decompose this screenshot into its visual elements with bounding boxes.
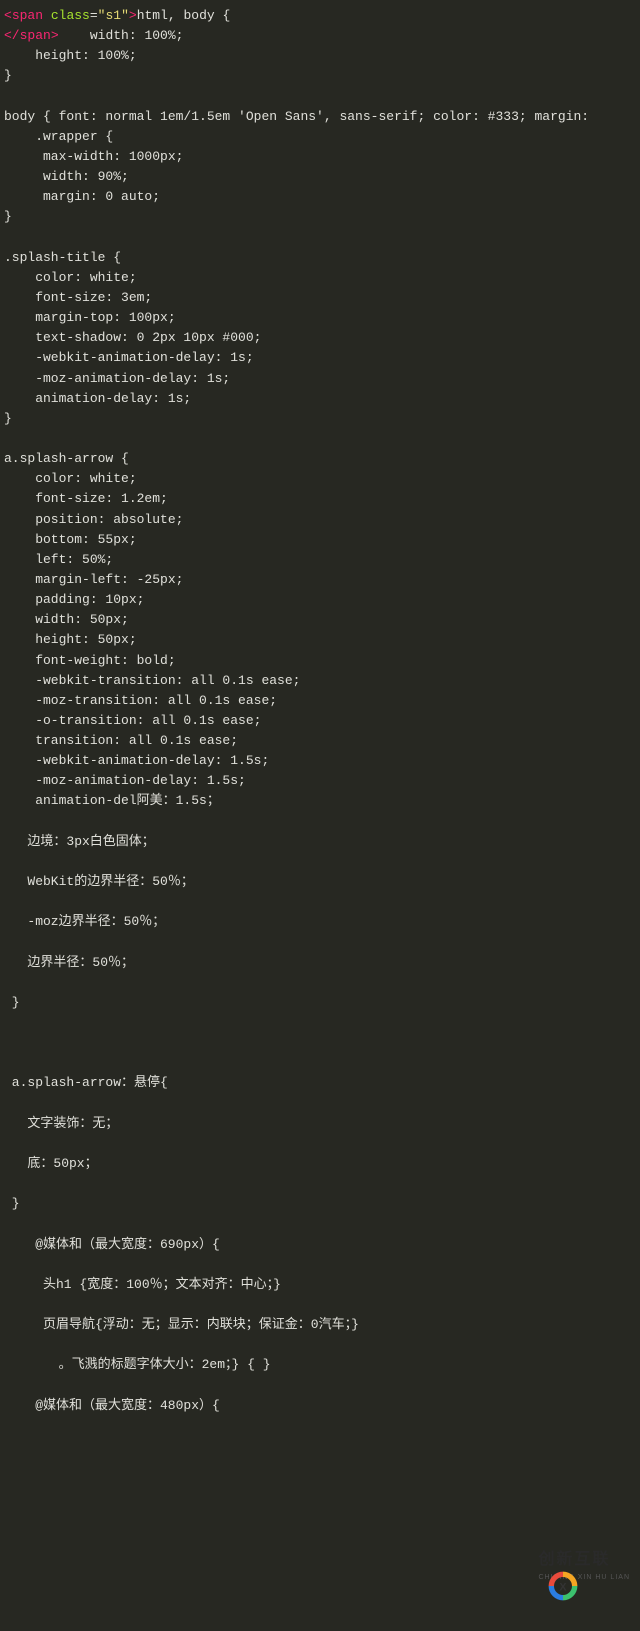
code-line: bottom: 55px; xyxy=(4,532,137,547)
logo-icon: X xyxy=(498,1548,534,1584)
code-line: WebKit的边界半径：50％； xyxy=(4,874,194,889)
code-line: font-size: 3em; xyxy=(4,290,152,305)
code-line: 底：50px； xyxy=(4,1156,98,1171)
code-line: margin-top: 100px; xyxy=(4,310,176,325)
tag-open-bracket: </ xyxy=(4,28,20,43)
code-line: padding: 10px; xyxy=(4,592,144,607)
code-line: animation-del阿美：1.5s； xyxy=(4,793,220,808)
code-line: margin-left: -25px; xyxy=(4,572,183,587)
code-line: } xyxy=(4,995,20,1010)
code-line: font-weight: bold; xyxy=(4,653,176,668)
code-line: body { font: normal 1em/1.5em 'Open Sans… xyxy=(4,109,589,124)
code-line: -o-transition: all 0.1s ease; xyxy=(4,713,261,728)
tag-name: span xyxy=(12,8,43,23)
code-line: -webkit-animation-delay: 1.5s; xyxy=(4,753,269,768)
code-line: color: white; xyxy=(4,471,137,486)
code-line: 头h1 {宽度：100％；文本对齐：中心；} xyxy=(4,1277,281,1292)
code-line: } xyxy=(4,1196,20,1211)
code-line: -moz-animation-delay: 1.5s; xyxy=(4,773,246,788)
code-line: 文字装饰：无； xyxy=(4,1116,118,1131)
code-line: 边境：3px白色固体； xyxy=(4,834,155,849)
attr-value: "s1" xyxy=(98,8,129,23)
code-line: height: 50px; xyxy=(4,632,137,647)
attr-name: class xyxy=(51,8,90,23)
code-line: <span class="s1">html, body { xyxy=(4,8,230,23)
code-line: @媒体和（最大宽度：480px）{ xyxy=(4,1398,220,1413)
code-line: position: absolute; xyxy=(4,512,183,527)
code-line: @媒体和（最大宽度：690px）{ xyxy=(4,1237,220,1252)
code-line: -webkit-transition: all 0.1s ease; xyxy=(4,673,300,688)
code-line: width: 50px; xyxy=(4,612,129,627)
code-line: color: white; xyxy=(4,270,137,285)
code-line: transition: all 0.1s ease; xyxy=(4,733,238,748)
code-line: } xyxy=(4,68,12,83)
code-line: -moz-animation-delay: 1s; xyxy=(4,371,230,386)
code-line: 页眉导航{浮动：无；显示：内联块；保证金：0汽车；} xyxy=(4,1317,359,1332)
code-line: left: 50%; xyxy=(4,552,113,567)
tag-name: span xyxy=(20,28,51,43)
code-line: .splash-title { xyxy=(4,250,121,265)
code-line: margin: 0 auto; xyxy=(4,189,160,204)
code-line: a.splash-arrow { xyxy=(4,451,129,466)
tag-close-bracket: > xyxy=(51,28,59,43)
code-line: -moz-transition: all 0.1s ease; xyxy=(4,693,277,708)
code-line: 。飞溅的标题字体大小：2em；} { } xyxy=(4,1357,271,1372)
code-line: a.splash-arrow：悬停{ xyxy=(4,1075,168,1090)
tag-close-bracket: > xyxy=(129,8,137,23)
code-line: height: 100%; xyxy=(4,48,137,63)
code-line: </span> width: 100%; xyxy=(4,28,183,43)
code-line: -moz边界半径：50％； xyxy=(4,914,165,929)
code-line: text-shadow: 0 2px 10px #000; xyxy=(4,330,261,345)
code-line: max-width: 1000px; xyxy=(4,149,183,164)
code-line: animation-delay: 1s; xyxy=(4,391,191,406)
svg-text:X: X xyxy=(560,1582,568,1594)
watermark-logo: X 创新互联 CHUANG XIN HU LIAN xyxy=(498,1548,630,1584)
code-block: <span class="s1">html, body { </span> wi… xyxy=(0,0,640,1604)
tag-open-bracket: < xyxy=(4,8,12,23)
code-line: .wrapper { xyxy=(4,129,113,144)
code-line: font-size: 1.2em; xyxy=(4,491,168,506)
code-line: } xyxy=(4,411,12,426)
code-line: } xyxy=(4,209,12,224)
code-line: -webkit-animation-delay: 1s; xyxy=(4,350,254,365)
code-line: width: 90%; xyxy=(4,169,129,184)
code-line: 边界半径：50％； xyxy=(4,955,134,970)
